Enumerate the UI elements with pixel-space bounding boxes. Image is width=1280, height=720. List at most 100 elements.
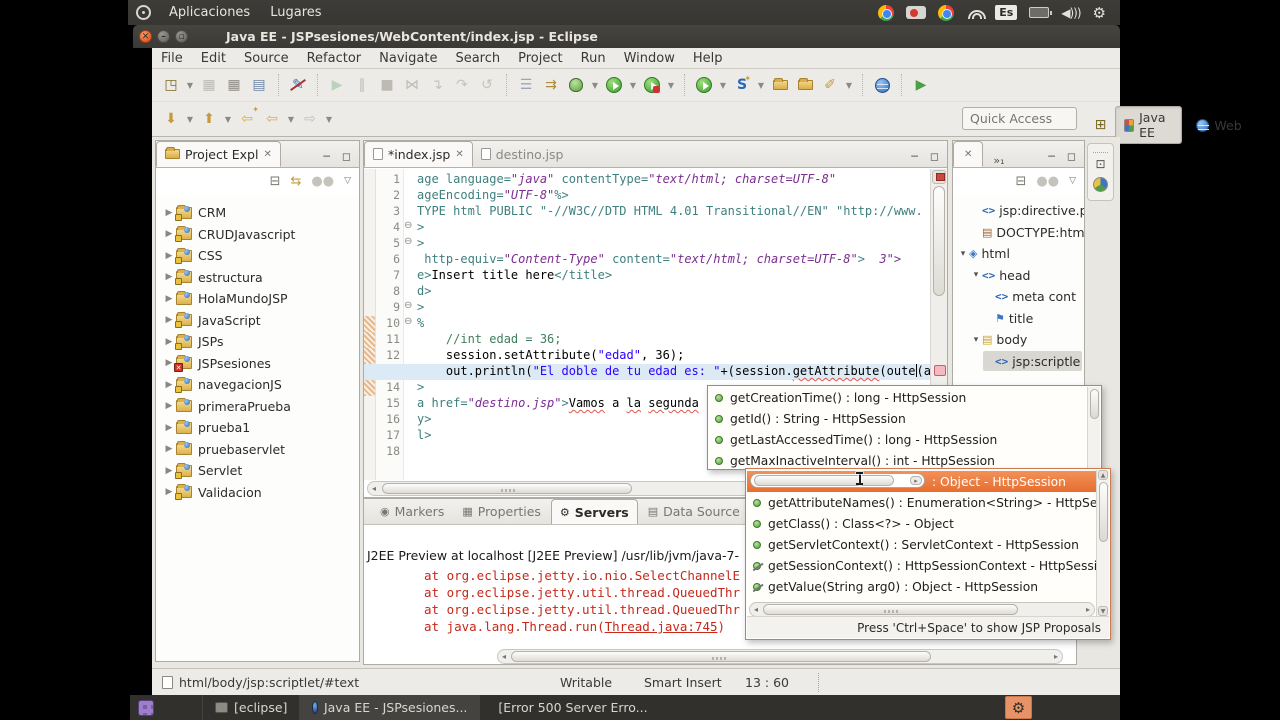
tab-markers[interactable]: ◉ Markers	[372, 499, 452, 524]
print-icon[interactable]: ▤	[248, 74, 270, 96]
console-hscroll-thumb[interactable]	[511, 651, 931, 662]
maximize-view-icon[interactable]: ◻	[342, 150, 351, 163]
scroll-down-icon[interactable]: ▼	[1098, 606, 1108, 616]
workspace-switcher-icon[interactable]	[138, 699, 154, 716]
web-browser-icon[interactable]	[871, 74, 893, 96]
expand-arrow-icon[interactable]: ▶	[162, 208, 176, 218]
previous-annotation-icon[interactable]: ⬆	[198, 108, 220, 130]
distributor-logo-icon[interactable]	[136, 5, 151, 20]
outline-item-head[interactable]: ▾ <> head	[970, 265, 1084, 286]
collapse-all-icon[interactable]: ⊟	[1015, 174, 1026, 189]
expand-arrow-icon[interactable]: ▶	[162, 380, 176, 390]
link-with-editor-icon[interactable]: ⇆	[290, 174, 301, 189]
assist-hscroll-thumb[interactable]	[763, 604, 1018, 615]
save-icon[interactable]: ▦	[198, 74, 220, 96]
menu-help[interactable]: Help	[684, 51, 732, 66]
outline-item-html[interactable]: ▾ ◈ html	[957, 243, 1084, 264]
tree-item-primeraprueba[interactable]: ▶ primeraPrueba	[156, 396, 359, 417]
run-dropdown-icon[interactable]: ▼	[628, 81, 638, 90]
perspective-web[interactable]: Web	[1188, 115, 1249, 136]
highlighter-icon[interactable]: ✐	[819, 74, 841, 96]
run-on-server-icon[interactable]: ▶	[910, 74, 932, 96]
expand-arrow-icon[interactable]: ▶	[162, 229, 176, 239]
expand-arrow-icon[interactable]: ▾	[957, 249, 969, 259]
assist-horizontal-scrollbar[interactable]: ◂ ▸	[749, 602, 1095, 617]
tree-item-jsps[interactable]: ▶ JSPs	[156, 331, 359, 352]
close-icon[interactable]: ✕	[964, 149, 972, 160]
tab-properties[interactable]: ▦ Properties	[454, 499, 549, 524]
expand-arrow-icon[interactable]: ▶	[162, 423, 176, 433]
focus-icon[interactable]: ●●	[311, 174, 334, 189]
keyboard-layout-indicator[interactable]: Es	[995, 5, 1018, 20]
assist-scroll-thumb[interactable]	[1098, 482, 1108, 542]
perspective-java-ee[interactable]: Java EE	[1114, 106, 1183, 144]
tree-item-css[interactable]: ▶ CSS	[156, 245, 359, 266]
taskbar-item-firefox[interactable]: [Error 500 Server Erro...	[479, 695, 659, 720]
maximize-editor-icon[interactable]: ◻	[930, 150, 939, 163]
editor-tab-index.jsp[interactable]: *index.jsp ✕	[364, 141, 473, 167]
menu-source[interactable]: Source	[235, 51, 298, 66]
taskbar-item-eclipse[interactable]: Java EE - JSPsesiones...	[299, 695, 480, 720]
new-servlet-icon[interactable]: S	[731, 74, 753, 96]
assist-item[interactable]: getSessionContext() : HttpSessionContext…	[747, 555, 1096, 576]
assist-back-scrollbar[interactable]	[1087, 387, 1100, 468]
run-history-icon[interactable]	[641, 74, 663, 96]
overview-error-marker[interactable]	[936, 173, 945, 181]
scroll-thumb[interactable]	[754, 475, 894, 486]
assist-item[interactable]: getValue(String arg0) : Object - HttpSes…	[747, 576, 1096, 597]
code-line[interactable]: //int edad = 36;	[417, 332, 929, 348]
code-line[interactable]: >	[417, 300, 929, 316]
back-icon[interactable]: ⇦	[261, 108, 283, 130]
expand-arrow-icon[interactable]: ▾	[970, 335, 982, 345]
view-menu-icon[interactable]: ▽	[1069, 176, 1076, 186]
tab-servers[interactable]: ⚙ Servers	[550, 499, 638, 524]
assist-item[interactable]: getServletContext() : ServletContext - H…	[747, 534, 1096, 555]
use-step-filters-icon[interactable]: ⇉	[540, 74, 562, 96]
code-line[interactable]: http-equiv="Content-Type" content="text/…	[417, 252, 929, 268]
assist-item[interactable]: getAttributeNames() : Enumeration<String…	[747, 492, 1096, 513]
tree-item-navegacionjs[interactable]: ▶ navegacionJS	[156, 374, 359, 395]
sort-icon[interactable]: ●●	[1036, 174, 1059, 189]
stack-trace-line[interactable]: at org.eclipse.jetty.io.nio.SelectChanne…	[424, 568, 740, 583]
annotation-ruler[interactable]: ✕	[364, 169, 376, 480]
expand-arrow-icon[interactable]: ▶	[162, 251, 176, 261]
debug-dropdown-icon[interactable]: ▼	[590, 81, 600, 90]
skip-all-breakpoints-icon[interactable]: ✎	[287, 74, 309, 96]
tree-item-crudjavascript[interactable]: ▶ CRUDJavascript	[156, 224, 359, 245]
step-over-icon[interactable]: ↷	[451, 74, 473, 96]
fold-collapse-icon[interactable]: ⊖	[404, 316, 416, 327]
code-line[interactable]: d>	[417, 284, 929, 300]
next-annotation-icon[interactable]: ⬇	[160, 108, 182, 130]
assist-scrollbar[interactable]: ▲ ▼	[1096, 470, 1109, 616]
previous-annotation-dropdown-icon[interactable]: ▼	[223, 115, 233, 124]
step-return-icon[interactable]: ↺	[476, 74, 498, 96]
menu-refactor[interactable]: Refactor	[298, 51, 371, 66]
code-line[interactable]: ageEncoding="UTF-8"%>	[417, 188, 929, 204]
window-maximize-button[interactable]: ▫	[175, 30, 188, 43]
stack-trace-line[interactable]: at java.lang.Thread.run(Thread.java:745)	[424, 619, 725, 634]
expand-arrow-icon[interactable]: ▶	[162, 401, 176, 411]
show-console-icon[interactable]: ☰	[515, 74, 537, 96]
open-perspective-icon[interactable]: ⊞	[1092, 114, 1109, 136]
tree-item-jspsesiones[interactable]: ▶ ✕ JSPsesiones	[156, 353, 359, 374]
tray-drag-handle[interactable]	[1093, 146, 1108, 153]
menu-project[interactable]: Project	[509, 51, 571, 66]
assist-item-selected[interactable]: ▸: Object - HttpSession	[747, 471, 1096, 492]
tree-item-pruebaservlet[interactable]: ▶ pruebaservlet	[156, 439, 359, 460]
fold-collapse-icon[interactable]: ⊖	[404, 236, 416, 247]
outline-item-jspdirectivep[interactable]: <> jsp:directive.p	[970, 200, 1084, 221]
step-into-icon[interactable]: ↴	[426, 74, 448, 96]
assist-item[interactable]: getId() : String - HttpSession	[709, 408, 1087, 429]
view-chevron-icon[interactable]: »₁	[993, 154, 1004, 167]
menu-lugares[interactable]: Lugares	[260, 0, 331, 25]
code-line[interactable]: >	[417, 236, 929, 252]
run-icon[interactable]	[603, 74, 625, 96]
restore-view-icon[interactable]: ⊡	[1088, 157, 1113, 171]
next-annotation-dropdown-icon[interactable]: ▼	[185, 115, 195, 124]
expand-arrow-icon[interactable]: ▾	[970, 270, 982, 280]
menu-aplicaciones[interactable]: Aplicaciones	[159, 0, 260, 25]
code-line[interactable]: session.setAttribute("edad", 36);	[417, 348, 929, 364]
tab-outline[interactable]: ✕	[953, 141, 984, 167]
close-icon[interactable]: ✕	[455, 149, 463, 160]
pause-icon[interactable]: ∥	[351, 74, 373, 96]
